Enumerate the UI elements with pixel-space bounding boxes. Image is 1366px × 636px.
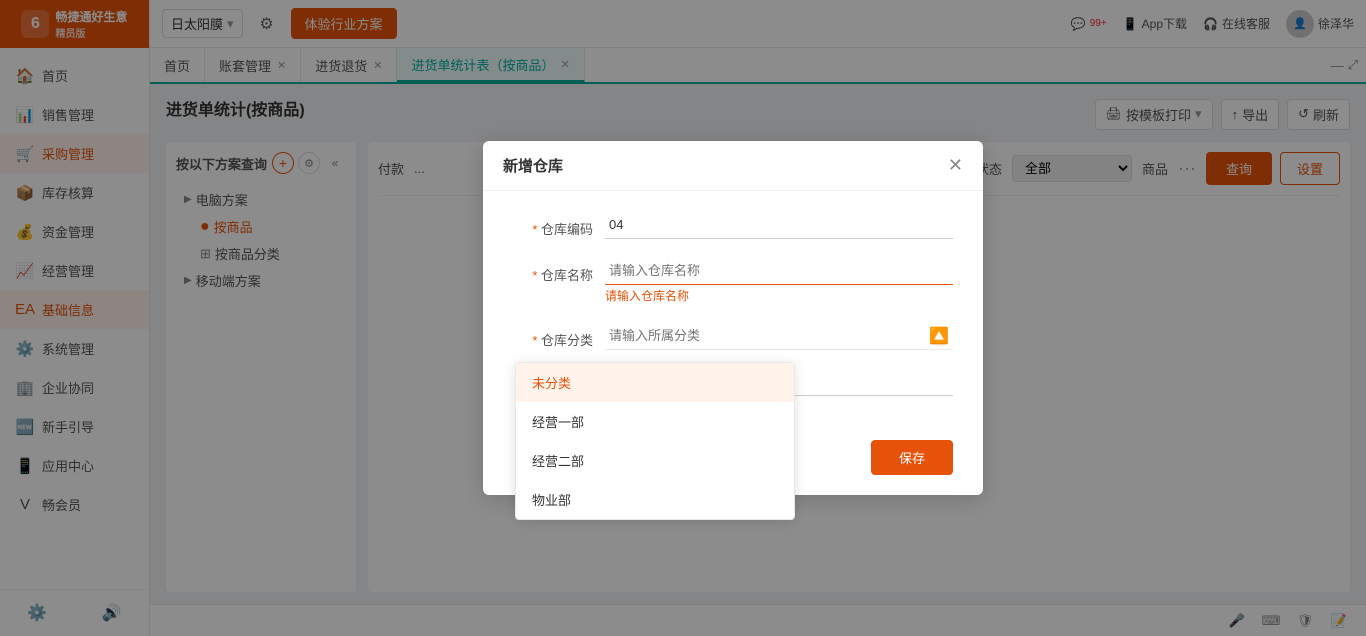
category-dropdown: 未分类 经营一部 经营二部 物业部 — [515, 362, 795, 520]
form-row-code: 仓库编码 — [513, 211, 953, 239]
category-input[interactable] — [605, 322, 953, 350]
code-control — [605, 211, 953, 239]
category-control: 🔼 未分类 经营一部 经营二部 物业部 — [605, 322, 953, 350]
dialog-body: 仓库编码 仓库名称 请输入仓库名称 仓库分类 🔼 未分类 经营一部 — [483, 191, 983, 430]
dropdown-item-3[interactable]: 物业部 — [516, 480, 794, 519]
save-button[interactable]: 保存 — [871, 440, 953, 475]
name-error-msg: 请输入仓库名称 — [605, 287, 953, 304]
form-row-category: 仓库分类 🔼 未分类 经营一部 经营二部 物业部 — [513, 322, 953, 350]
name-input[interactable] — [605, 257, 953, 285]
name-control: 请输入仓库名称 — [605, 257, 953, 304]
close-icon[interactable]: ✕ — [948, 155, 963, 176]
dropdown-item-0[interactable]: 未分类 — [516, 363, 794, 402]
dropdown-item-1[interactable]: 经营一部 — [516, 402, 794, 441]
dialog-header: 新增仓库 ✕ — [483, 141, 983, 191]
form-row-name: 仓库名称 请输入仓库名称 — [513, 257, 953, 304]
dialog-title: 新增仓库 — [503, 155, 563, 176]
add-warehouse-dialog: 新增仓库 ✕ 仓库编码 仓库名称 请输入仓库名称 仓库分类 🔼 — [483, 141, 983, 495]
dropdown-item-2[interactable]: 经营二部 — [516, 441, 794, 480]
category-label: 仓库分类 — [513, 322, 593, 349]
code-input[interactable] — [605, 211, 953, 239]
name-label: 仓库名称 — [513, 257, 593, 284]
code-label: 仓库编码 — [513, 211, 593, 238]
